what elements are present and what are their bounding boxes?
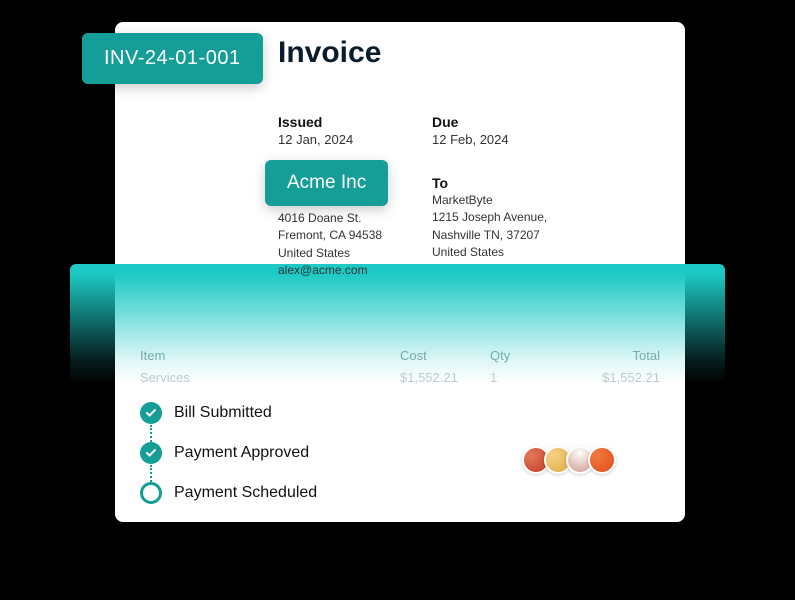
to-addr2: Nashville TN, 37207: [432, 227, 582, 244]
check-icon: [140, 442, 162, 464]
from-address: 4016 Doane St. Fremont, CA 94538 United …: [278, 210, 428, 280]
step-label: Payment Approved: [174, 444, 309, 462]
step-payment-approved: Payment Approved: [140, 442, 317, 464]
page-title: Invoice: [278, 36, 381, 70]
step-label: Bill Submitted: [174, 404, 272, 422]
status-steps: Bill Submitted Payment Approved Payment …: [140, 402, 317, 504]
invoice-number-badge: INV-24-01-001: [82, 33, 263, 84]
step-label: Payment Scheduled: [174, 484, 317, 502]
issued-block: Issued 12 Jan, 2024: [278, 114, 418, 147]
avatar: [588, 446, 616, 474]
to-address: MarketByte 1215 Joseph Avenue, Nashville…: [432, 192, 582, 262]
col-item: Item: [140, 348, 400, 363]
to-name: MarketByte: [432, 192, 582, 209]
check-icon: [140, 402, 162, 424]
from-email: alex@acme.com: [278, 262, 428, 279]
step-bill-submitted: Bill Submitted: [140, 402, 317, 424]
due-date: 12 Feb, 2024: [432, 132, 572, 147]
table-header: Item Cost Qty Total: [140, 348, 660, 363]
circle-icon: [140, 482, 162, 504]
to-country: United States: [432, 244, 582, 261]
due-block: Due 12 Feb, 2024: [432, 114, 572, 147]
approver-avatars: [522, 446, 616, 474]
cell-item: Services: [140, 370, 400, 385]
cell-cost: $1,552.21: [400, 370, 490, 385]
due-label: Due: [432, 114, 572, 130]
col-total: Total: [540, 348, 660, 363]
from-company-badge: Acme Inc: [265, 160, 388, 206]
issued-label: Issued: [278, 114, 418, 130]
issued-date: 12 Jan, 2024: [278, 132, 418, 147]
col-qty: Qty: [490, 348, 540, 363]
col-cost: Cost: [400, 348, 490, 363]
to-addr1: 1215 Joseph Avenue,: [432, 209, 582, 226]
cell-qty: 1: [490, 370, 540, 385]
step-payment-scheduled: Payment Scheduled: [140, 482, 317, 504]
cell-total: $1,552.21: [540, 370, 660, 385]
from-addr2: Fremont, CA 94538: [278, 227, 428, 244]
table-row: Services $1,552.21 1 $1,552.21: [140, 370, 660, 385]
to-label: To: [432, 175, 448, 191]
from-addr1: 4016 Doane St.: [278, 210, 428, 227]
from-country: United States: [278, 245, 428, 262]
